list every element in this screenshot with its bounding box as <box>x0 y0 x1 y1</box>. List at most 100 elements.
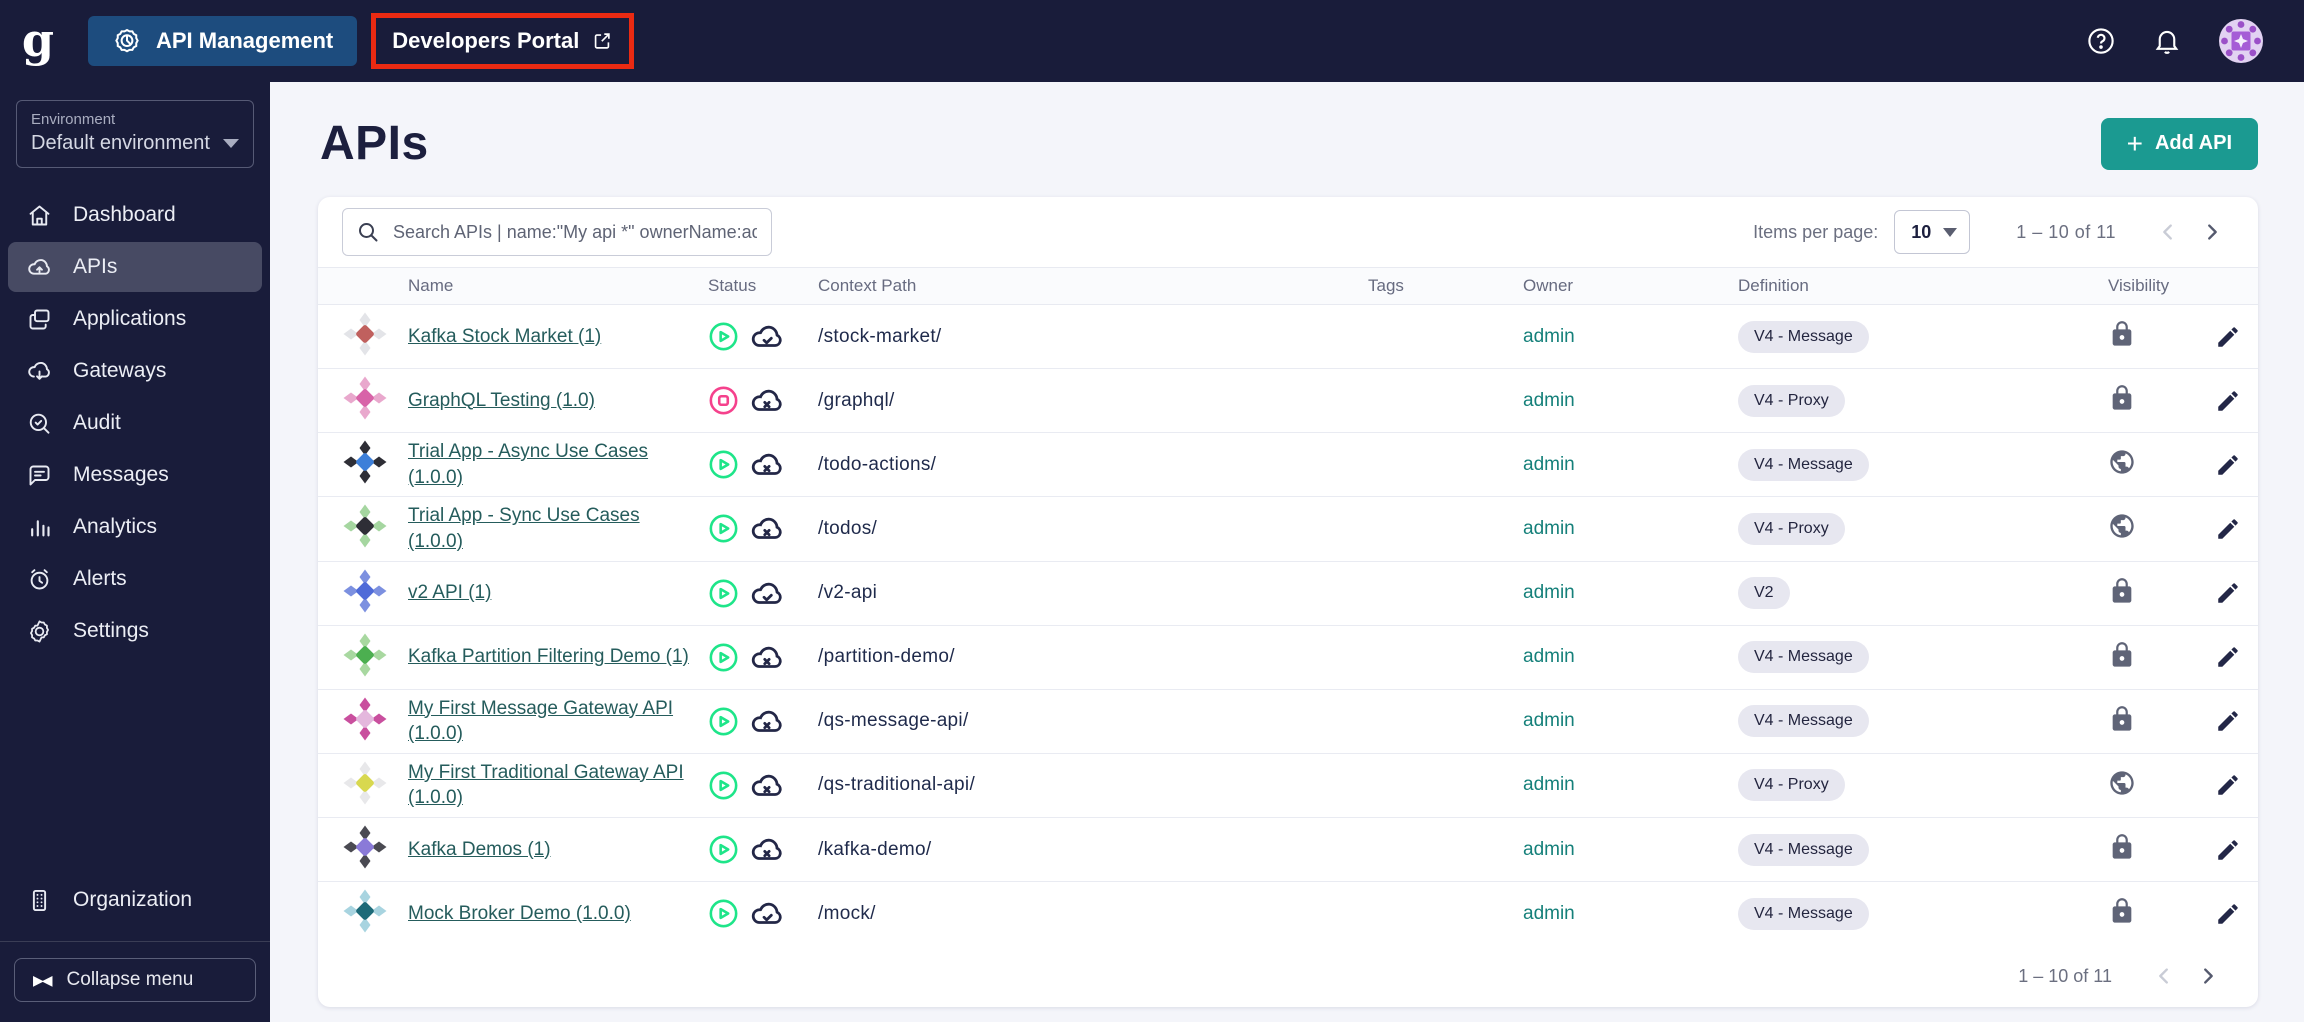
sidebar-item-organization[interactable]: Organization <box>8 875 262 925</box>
chat-icon <box>29 465 50 485</box>
sidebar-item-label: Dashboard <box>73 203 176 226</box>
edit-api-button[interactable] <box>2208 445 2248 485</box>
sidebar-item-gateways[interactable]: Gateways <box>8 346 262 396</box>
sidebar-item-settings[interactable]: Settings <box>8 606 262 656</box>
visibility-cell <box>2108 769 2208 802</box>
api-management-button[interactable]: API Management <box>88 16 358 66</box>
api-avatar <box>343 633 387 677</box>
sidebar-item-analytics[interactable]: Analytics <box>8 502 262 552</box>
definition-badge: V2 <box>1738 577 1790 610</box>
table-row: Kafka Partition Filtering Demo (1) /parti… <box>318 626 2258 690</box>
sidebar-item-label: Alerts <box>73 567 127 590</box>
sidebar-item-label: Gateways <box>73 359 167 382</box>
api-avatar <box>343 697 387 741</box>
api-name-link[interactable]: My First Traditional Gateway API (1.0.0) <box>408 760 708 811</box>
edit-api-button[interactable] <box>2208 830 2248 870</box>
context-path: /partition-demo/ <box>818 646 955 668</box>
table-header-row: Name Status Context Path Tags Owner Defi… <box>318 267 2258 305</box>
api-name-link[interactable]: Mock Broker Demo (1.0.0) <box>408 901 645 927</box>
api-name-link[interactable]: Trial App - Async Use Cases (1.0.0) <box>408 439 708 490</box>
items-per-page-select[interactable]: 10 <box>1894 210 1971 254</box>
developers-portal-link[interactable]: Developers Portal <box>392 28 579 54</box>
table-row: Mock Broker Demo (1.0.0) /mock/admin V4 - … <box>318 882 2258 945</box>
edit-api-button[interactable] <box>2208 765 2248 805</box>
api-avatar <box>343 440 387 484</box>
sidebar-item-audit[interactable]: Audit <box>8 398 262 448</box>
definition-badge: V4 - Proxy <box>1738 384 1845 417</box>
applications-icon <box>29 309 50 329</box>
next-page-button[interactable] <box>2190 210 2234 254</box>
add-api-button[interactable]: + Add API <box>2100 117 2258 170</box>
sidebar-item-apis[interactable]: APIs <box>8 242 262 292</box>
notifications-bell-icon[interactable] <box>2152 26 2182 56</box>
edit-pencil-icon <box>2218 839 2238 860</box>
table-row: My First Traditional Gateway API (1.0.0)… <box>318 754 2258 819</box>
gravitee-logo[interactable]: g <box>6 17 70 63</box>
user-avatar[interactable] <box>2218 18 2264 64</box>
definition-badge: V4 - Proxy <box>1738 512 1845 545</box>
visibility-cell <box>2108 641 2208 674</box>
api-name-link[interactable]: v2 API (1) <box>408 580 505 606</box>
sidebar-item-label: Audit <box>73 411 121 434</box>
environment-select[interactable]: Environment Default environment <box>16 100 254 168</box>
sidebar: Environment Default environment Dashboar… <box>0 82 270 1022</box>
edit-api-button[interactable] <box>2208 637 2248 677</box>
api-name-link[interactable]: Kafka Stock Market (1) <box>408 324 615 350</box>
edit-api-button[interactable] <box>2208 894 2248 934</box>
previous-page-button[interactable] <box>2146 210 2190 254</box>
status-cell <box>708 447 818 482</box>
cloud-download-icon <box>28 361 50 380</box>
api-name-link[interactable]: Kafka Demos (1) <box>408 837 565 863</box>
column-header-owner: Owner <box>1523 276 1574 295</box>
table-body: Kafka Stock Market (1) /stock-market/admi… <box>318 305 2258 945</box>
api-name-link[interactable]: GraphQL Testing (1.0) <box>408 388 609 414</box>
status-started-icon <box>709 450 738 479</box>
external-link-icon <box>595 33 611 49</box>
table-toolbar: Items per page: 10 1 – 10 of 11 <box>318 197 2258 267</box>
edit-api-button[interactable] <box>2208 573 2248 613</box>
context-path: /stock-market/ <box>818 325 942 347</box>
help-icon[interactable] <box>2086 26 2116 56</box>
collapse-menu-button[interactable]: ▶◀ Collapse menu <box>14 958 256 1002</box>
api-name-link[interactable]: Kafka Partition Filtering Demo (1) <box>408 644 703 670</box>
items-per-page-value: 10 <box>1911 221 1932 242</box>
context-path: /qs-traditional-api/ <box>818 774 976 796</box>
sidebar-item-applications[interactable]: Applications <box>8 294 262 344</box>
cloud-not-deployed-icon <box>751 774 782 796</box>
edit-api-button[interactable] <box>2208 381 2248 421</box>
sidebar-item-messages[interactable]: Messages <box>8 450 262 500</box>
sidebar-nav: Dashboard APIs Applications Gateways Aud… <box>0 190 270 658</box>
api-name-link[interactable]: My First Message Gateway API (1.0.0) <box>408 696 708 747</box>
status-cell <box>708 383 818 418</box>
visibility-cell <box>2108 577 2208 610</box>
status-cell <box>708 896 818 931</box>
sidebar-item-label: APIs <box>73 255 118 278</box>
chevron-down-icon <box>1943 227 1958 237</box>
previous-page-button-bottom[interactable] <box>2142 954 2186 998</box>
search-icon <box>359 223 378 242</box>
next-page-button-bottom[interactable] <box>2186 954 2230 998</box>
status-cell <box>708 832 818 867</box>
search-input[interactable] <box>342 208 772 256</box>
cloud-not-deployed-icon <box>751 710 782 732</box>
visibility-cell <box>2108 705 2208 738</box>
edit-api-button[interactable] <box>2208 317 2248 357</box>
api-name-link[interactable]: Trial App - Sync Use Cases (1.0.0) <box>408 503 708 554</box>
status-started-icon <box>709 579 738 608</box>
cloud-not-deployed-icon <box>751 454 782 476</box>
sidebar-item-dashboard[interactable]: Dashboard <box>8 190 262 240</box>
owner: admin <box>1523 902 1575 924</box>
sidebar-item-alerts[interactable]: Alerts <box>8 554 262 604</box>
status-cell <box>708 704 818 739</box>
audit-search-icon <box>29 413 50 434</box>
context-path: /graphql/ <box>818 389 895 411</box>
annotation-red-box: Developers Portal <box>371 13 635 69</box>
globe-icon <box>2110 771 2134 795</box>
table-row: Trial App - Async Use Cases (1.0.0) /todo… <box>318 433 2258 498</box>
api-avatar <box>343 504 387 548</box>
edit-api-button[interactable] <box>2208 701 2248 741</box>
edit-api-button[interactable] <box>2208 509 2248 549</box>
bar-chart-icon <box>31 519 50 536</box>
cloud-deployed-icon <box>751 902 782 925</box>
visibility-cell <box>2108 512 2208 545</box>
